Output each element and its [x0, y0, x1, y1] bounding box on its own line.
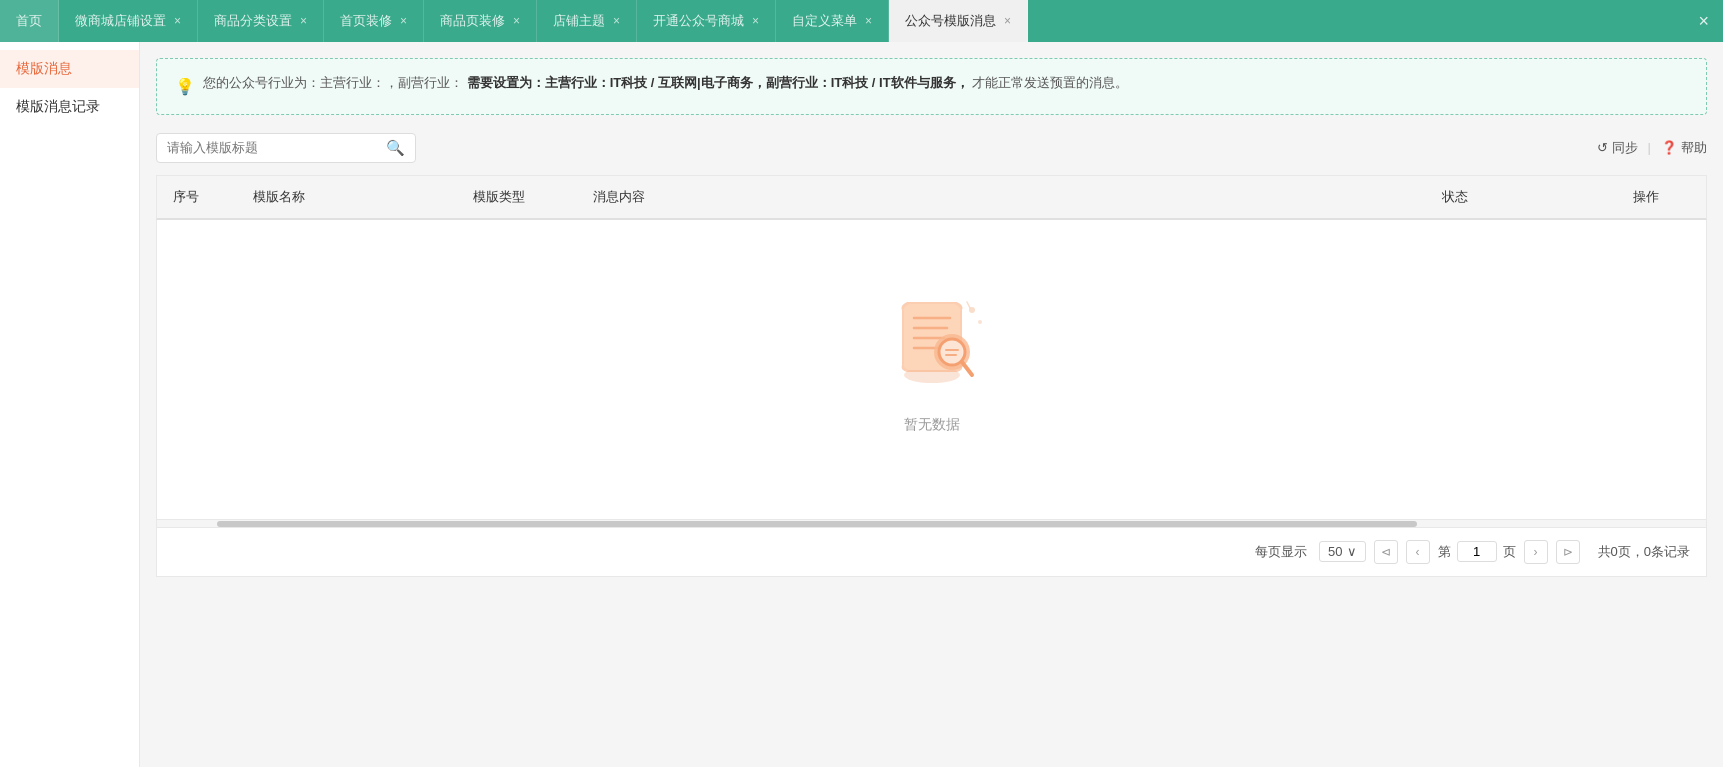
svg-point-12 — [978, 320, 982, 324]
col-header-action: 操作 — [1586, 176, 1706, 218]
tab-label-8: 公众号模版消息 — [905, 12, 996, 30]
sync-icon: ↺ — [1597, 140, 1608, 155]
search-input-wrap: 🔍 — [156, 133, 416, 163]
notice-suffix: 才能正常发送预置的消息。 — [972, 75, 1128, 90]
close-all-button[interactable]: × — [1684, 0, 1723, 42]
tab-close-6[interactable]: × — [752, 14, 759, 28]
tab-close-8[interactable]: × — [1004, 14, 1011, 28]
pagination: 每页显示 50 ∨ ⊲ ‹ 第 页 › ⊳ 共0页，0条记录 — [156, 528, 1707, 577]
page-label: 第 — [1438, 543, 1451, 561]
help-label: 帮助 — [1681, 139, 1707, 157]
tab-0[interactable]: 首页 — [0, 0, 59, 42]
col-header-status: 状态 — [1426, 176, 1586, 218]
total-text: 共0页，0条记录 — [1598, 543, 1690, 561]
search-bar: 🔍 ↺ 同步 | ❓ 帮助 — [156, 133, 1707, 163]
notice-text: 您的公众号行业为：主营行业：，副营行业： 需要设置为：主营行业：IT科技 / 互… — [203, 73, 1688, 94]
tab-label-3: 首页装修 — [340, 12, 392, 30]
first-page-button[interactable]: ⊲ — [1374, 540, 1398, 564]
sidebar: 模版消息模版消息记录 — [0, 42, 140, 767]
tab-label-2: 商品分类设置 — [214, 12, 292, 30]
page-input[interactable] — [1457, 541, 1497, 562]
page-suffix: 页 — [1503, 543, 1516, 561]
tab-label-0: 首页 — [16, 12, 42, 30]
search-input[interactable] — [167, 140, 386, 155]
help-icon: ❓ — [1661, 140, 1677, 155]
tab-label-6: 开通公众号商城 — [653, 12, 744, 30]
tab-1[interactable]: 微商城店铺设置 × — [59, 0, 198, 42]
page-size-label: 每页显示 — [1255, 543, 1307, 561]
sync-label: 同步 — [1612, 139, 1638, 157]
sync-button[interactable]: ↺ 同步 — [1597, 139, 1638, 157]
tab-2[interactable]: 商品分类设置 × — [198, 0, 324, 42]
page-size-value: 50 — [1328, 544, 1342, 559]
page-size-select[interactable]: 50 ∨ — [1319, 541, 1365, 562]
tab-close-7[interactable]: × — [865, 14, 872, 28]
col-header-content: 消息内容 — [577, 176, 1426, 218]
col-header-name: 模版名称 — [237, 176, 457, 218]
last-page-button[interactable]: ⊳ — [1556, 540, 1580, 564]
tab-close-4[interactable]: × — [513, 14, 520, 28]
empty-state: 暂无数据 — [157, 220, 1706, 474]
scrollbar-thumb[interactable] — [217, 521, 1417, 527]
empty-icon — [872, 280, 992, 400]
col-header-type: 模版类型 — [457, 176, 577, 218]
content-area: 💡 您的公众号行业为：主营行业：，副营行业： 需要设置为：主营行业：IT科技 /… — [140, 42, 1723, 767]
tab-label-4: 商品页装修 — [440, 12, 505, 30]
tab-label-5: 店铺主题 — [553, 12, 605, 30]
notice-banner: 💡 您的公众号行业为：主营行业：，副营行业： 需要设置为：主营行业：IT科技 /… — [156, 58, 1707, 115]
chevron-down-icon: ∨ — [1347, 544, 1357, 559]
tab-6[interactable]: 开通公众号商城 × — [637, 0, 776, 42]
tab-8[interactable]: 公众号模版消息 × — [889, 0, 1028, 42]
prev-page-button[interactable]: ‹ — [1406, 540, 1430, 564]
tab-label-1: 微商城店铺设置 — [75, 12, 166, 30]
notice-prefix: 您的公众号行业为：主营行业：，副营行业： — [203, 75, 463, 90]
tab-7[interactable]: 自定义菜单 × — [776, 0, 889, 42]
tab-close-1[interactable]: × — [174, 14, 181, 28]
sidebar-item-1[interactable]: 模版消息记录 — [0, 88, 139, 126]
search-icon[interactable]: 🔍 — [386, 139, 405, 157]
col-header-index: 序号 — [157, 176, 237, 218]
help-button[interactable]: ❓ 帮助 — [1661, 139, 1707, 157]
sidebar-item-0[interactable]: 模版消息 — [0, 50, 139, 88]
tab-5[interactable]: 店铺主题 × — [537, 0, 637, 42]
tab-close-2[interactable]: × — [300, 14, 307, 28]
table: 序号 模版名称 模版类型 消息内容 状态 操作 — [156, 175, 1707, 577]
next-page-button[interactable]: › — [1524, 540, 1548, 564]
table-header: 序号 模版名称 模版类型 消息内容 状态 操作 — [156, 175, 1707, 220]
tab-close-3[interactable]: × — [400, 14, 407, 28]
scrollbar-area[interactable] — [156, 520, 1707, 528]
tab-3[interactable]: 首页装修 × — [324, 0, 424, 42]
page-info: 第 页 — [1438, 541, 1516, 562]
empty-text: 暂无数据 — [904, 416, 960, 434]
table-body: 暂无数据 — [156, 220, 1707, 520]
tab-4[interactable]: 商品页装修 × — [424, 0, 537, 42]
tab-label-7: 自定义菜单 — [792, 12, 857, 30]
notice-highlight: 需要设置为：主营行业：IT科技 / 互联网|电子商务，副营行业：IT科技 / I… — [467, 75, 969, 90]
search-actions: ↺ 同步 | ❓ 帮助 — [1597, 139, 1707, 157]
tab-bar: 首页微商城店铺设置×商品分类设置×首页装修×商品页装修×店铺主题×开通公众号商城… — [0, 0, 1723, 42]
svg-line-8 — [962, 362, 972, 375]
svg-line-13 — [967, 302, 970, 308]
divider: | — [1648, 140, 1651, 155]
tab-close-5[interactable]: × — [613, 14, 620, 28]
notice-icon: 💡 — [175, 74, 195, 100]
main-layout: 模版消息模版消息记录 💡 您的公众号行业为：主营行业：，副营行业： 需要设置为：… — [0, 42, 1723, 767]
